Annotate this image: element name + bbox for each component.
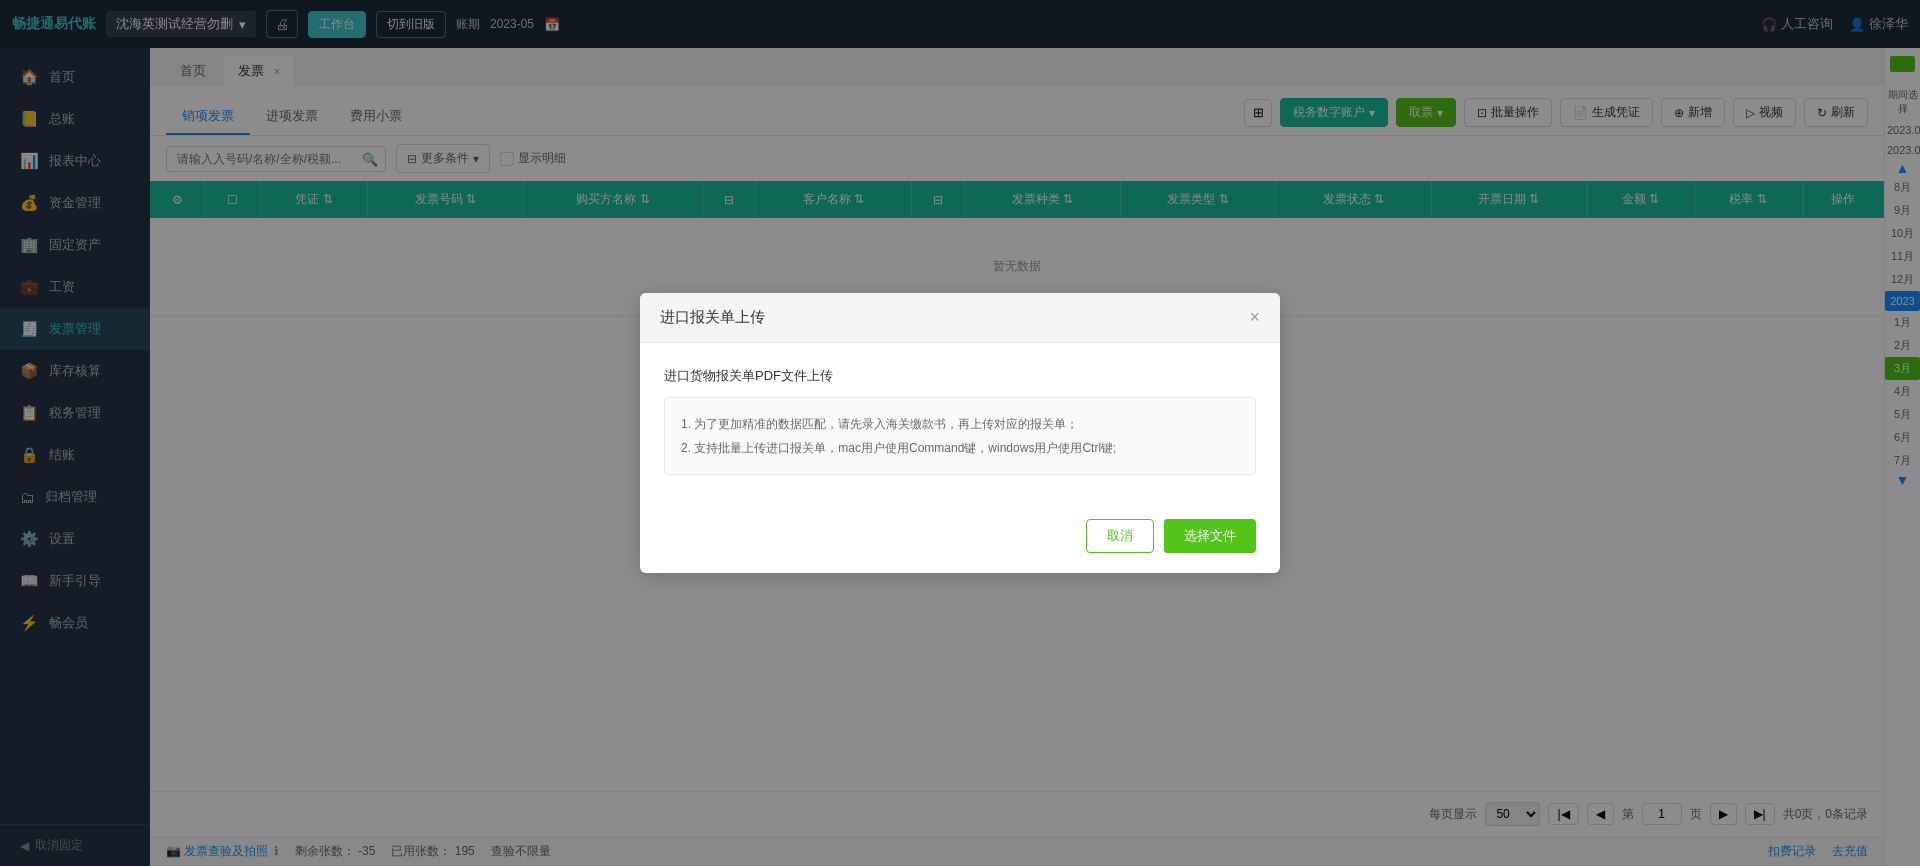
modal-close-button[interactable]: × bbox=[1249, 307, 1260, 328]
modal-footer: 取消 选择文件 bbox=[640, 507, 1280, 573]
modal-section-title: 进口货物报关单PDF文件上传 bbox=[664, 367, 1256, 385]
modal-info-item-2: 2. 支持批量上传进口报关单，mac用户使用Command键，windows用户… bbox=[681, 436, 1239, 460]
modal-title: 进口报关单上传 bbox=[660, 308, 765, 327]
cancel-button[interactable]: 取消 bbox=[1086, 519, 1154, 553]
modal-info-box: 1. 为了更加精准的数据匹配，请先录入海关缴款书，再上传对应的报关单； 2. 支… bbox=[664, 397, 1256, 475]
modal-body: 进口货物报关单PDF文件上传 1. 为了更加精准的数据匹配，请先录入海关缴款书，… bbox=[640, 343, 1280, 507]
select-file-button[interactable]: 选择文件 bbox=[1164, 519, 1256, 553]
modal-info-item-1: 1. 为了更加精准的数据匹配，请先录入海关缴款书，再上传对应的报关单； bbox=[681, 412, 1239, 436]
import-customs-modal: 进口报关单上传 × 进口货物报关单PDF文件上传 1. 为了更加精准的数据匹配，… bbox=[640, 293, 1280, 573]
modal-overlay[interactable]: 进口报关单上传 × 进口货物报关单PDF文件上传 1. 为了更加精准的数据匹配，… bbox=[0, 0, 1920, 866]
modal-header: 进口报关单上传 × bbox=[640, 293, 1280, 343]
